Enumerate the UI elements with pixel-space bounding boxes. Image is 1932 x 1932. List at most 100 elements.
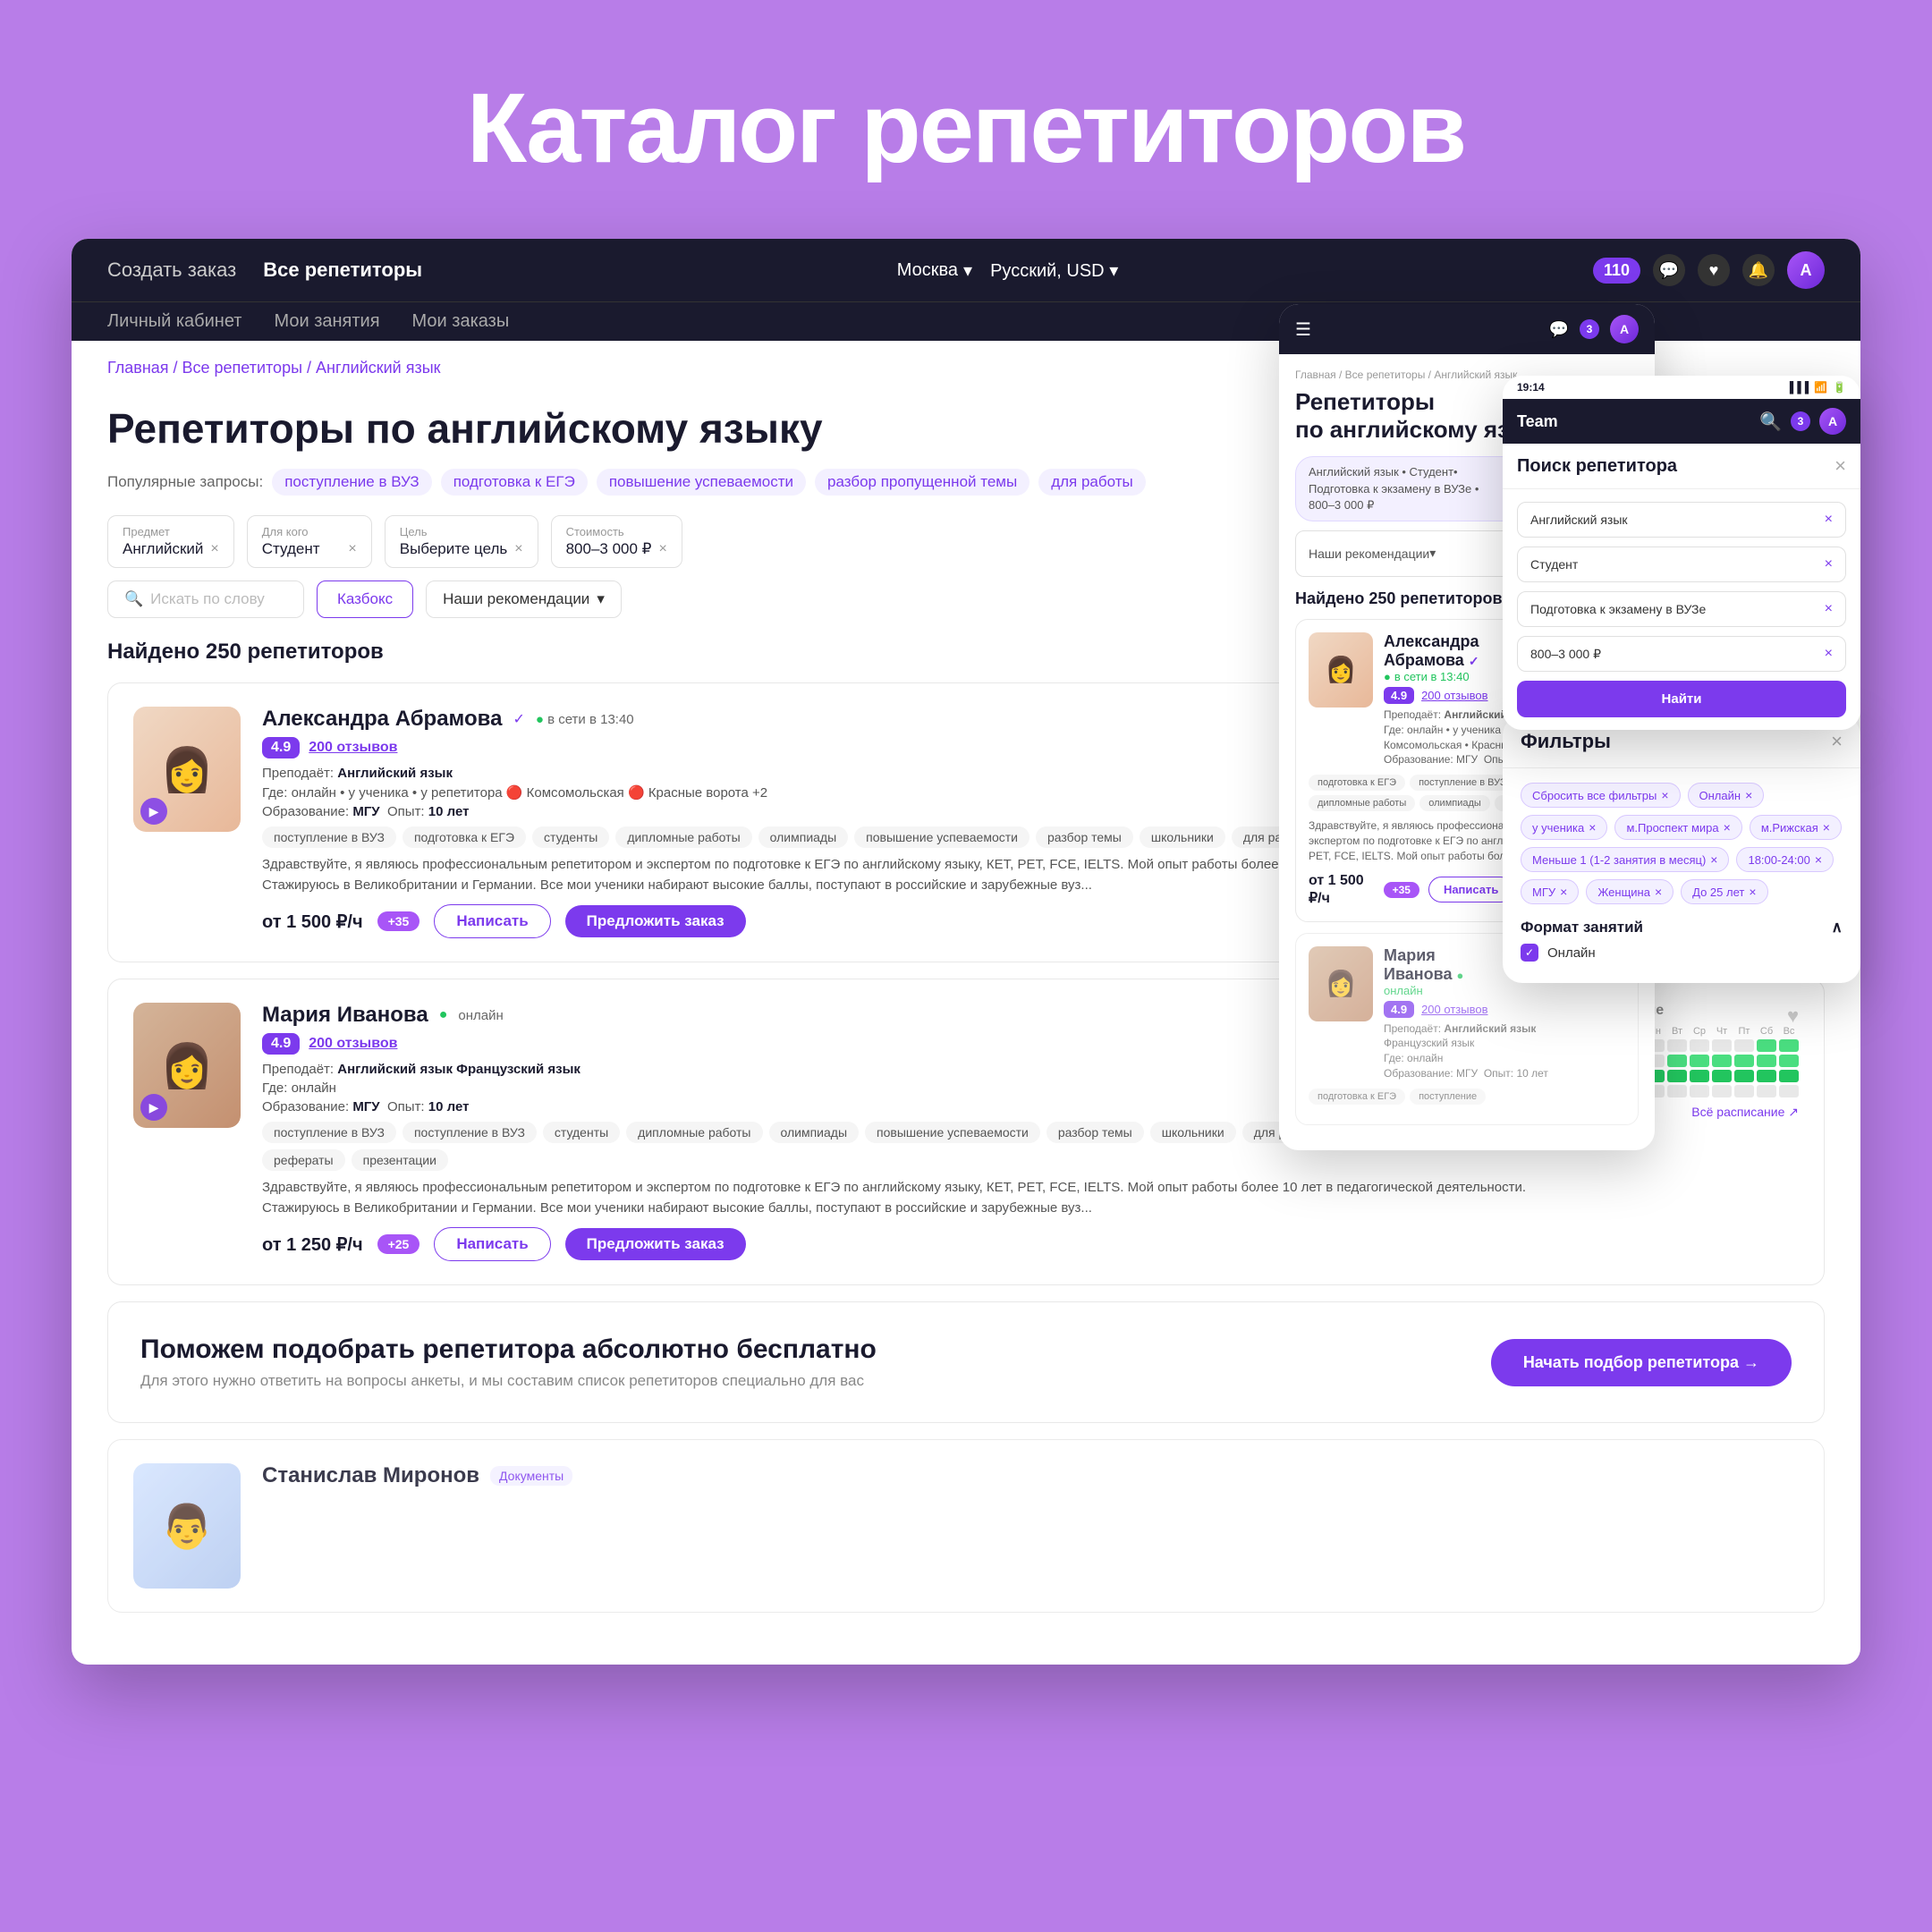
for-whom-clear[interactable]: × — [348, 541, 356, 557]
search-field-subject[interactable]: Английский язык × — [1517, 502, 1846, 538]
reviews-count-2[interactable]: 200 отзывов — [309, 1036, 397, 1052]
mobile-topbar-1: ☰ 💬 3 А — [1279, 304, 1655, 354]
tag[interactable]: студенты — [543, 1122, 620, 1143]
tag[interactable]: студенты — [532, 826, 609, 848]
search-field-goal[interactable]: Подготовка к экзамену в ВУЗе × — [1517, 591, 1846, 627]
mobile-tag[interactable]: подготовка к ЕГЭ — [1309, 775, 1405, 791]
online-status-1: ● в сети в 13:40 — [536, 712, 634, 727]
search-input-wrap[interactable]: 🔍 Искать по слову — [107, 580, 304, 618]
online-checkbox[interactable]: ✓ — [1521, 944, 1538, 962]
chip-edu[interactable]: МГУ × — [1521, 879, 1579, 904]
search-modal: Поиск репетитора × Английский язык × Сту… — [1503, 444, 1860, 730]
tag[interactable]: разбор темы — [1036, 826, 1133, 848]
mobile-tag[interactable]: поступление — [1410, 1089, 1486, 1105]
chip-time[interactable]: 18:00-24:00 × — [1736, 847, 1834, 872]
reset-filters-chip[interactable]: Сбросить все фильтры × — [1521, 783, 1681, 808]
search-field-price[interactable]: 800–3 000 ₽ × — [1517, 636, 1846, 672]
tag[interactable]: повышение успеваемости — [865, 1122, 1040, 1143]
chip-metro1[interactable]: м.Проспект мира × — [1614, 815, 1741, 840]
write-button-2[interactable]: Написать — [434, 1227, 550, 1261]
chip-metro2[interactable]: м.Рижская × — [1750, 815, 1842, 840]
tag[interactable]: школьники — [1150, 1122, 1236, 1143]
query-progress[interactable]: повышение успеваемости — [597, 469, 806, 496]
format-section-title: Формат занятий ∧ — [1521, 919, 1843, 936]
favorites-icon[interactable]: ♥ — [1698, 254, 1730, 286]
field-clear-goal[interactable]: × — [1825, 601, 1833, 617]
start-selection-button[interactable]: Начать подбор репетитора → — [1491, 1339, 1792, 1386]
tag[interactable]: дипломные работы — [626, 1122, 762, 1143]
tag[interactable]: дипломные работы — [615, 826, 751, 848]
tag[interactable]: рефераты — [262, 1149, 345, 1171]
online-checkbox-row: ✓ Онлайн — [1521, 944, 1843, 962]
offer-button-1[interactable]: Предложить заказ — [565, 905, 746, 937]
tag[interactable]: разбор темы — [1046, 1122, 1144, 1143]
mobile-tag[interactable]: подготовка к ЕГЭ — [1309, 1089, 1405, 1105]
tag[interactable]: презентации — [352, 1149, 448, 1171]
tag[interactable]: школьники — [1140, 826, 1225, 848]
nav-create-order[interactable]: Создать заказ — [107, 258, 236, 282]
nav-lang[interactable]: Русский, USD ▾ — [990, 259, 1118, 282]
mobile-chat-icon[interactable]: 💬 — [1549, 320, 1569, 339]
tag[interactable]: повышение успеваемости — [854, 826, 1030, 848]
notifications-icon[interactable]: 🔔 — [1742, 254, 1775, 286]
tag[interactable]: поступление в ВУЗ — [262, 826, 396, 848]
tag[interactable]: поступление в ВУЗ — [402, 1122, 537, 1143]
write-button-1[interactable]: Написать — [434, 904, 550, 938]
nav-cabinet[interactable]: Личный кабинет — [107, 311, 242, 332]
query-vuz[interactable]: поступление в ВУЗ — [272, 469, 432, 496]
mobile-search-icon[interactable]: 🔍 — [1759, 411, 1782, 433]
tag[interactable]: подготовка к ЕГЭ — [402, 826, 526, 848]
chip-frequency[interactable]: Меньше 1 (1-2 занятия в месяц) × — [1521, 847, 1729, 872]
nav-orders[interactable]: Мои заказы — [412, 311, 510, 332]
price-badge-1: +35 — [377, 911, 420, 931]
field-clear-who[interactable]: × — [1825, 556, 1833, 572]
mobile-write-button-1[interactable]: Написать — [1428, 877, 1513, 902]
for-whom-filter[interactable]: Для кого Студент × — [247, 515, 372, 568]
search-close-button[interactable]: × — [1835, 454, 1846, 478]
goal-clear[interactable]: × — [514, 541, 522, 557]
nav-location[interactable]: Москва ▾ — [897, 259, 972, 282]
kazbox-button[interactable]: Казбокс — [317, 580, 413, 618]
tutor-avatar-3: 👨 — [133, 1463, 241, 1589]
query-missed[interactable]: разбор пропущенной темы — [815, 469, 1030, 496]
subject-filter[interactable]: Предмет Английский × — [107, 515, 234, 568]
chevron-up-icon[interactable]: ∧ — [1832, 919, 1843, 936]
tag[interactable]: олимпиады — [769, 1122, 860, 1143]
field-clear-price[interactable]: × — [1825, 646, 1833, 662]
cost-filter[interactable]: Стоимость 800–3 000 ₽ × — [551, 515, 682, 568]
video-play-icon-2[interactable]: ▶ — [140, 1094, 167, 1121]
chip-online[interactable]: Онлайн × — [1688, 783, 1765, 808]
subject-clear[interactable]: × — [210, 541, 218, 557]
search-field-who[interactable]: Студент × — [1517, 547, 1846, 582]
mobile-tag[interactable]: поступление в ВУЗ — [1410, 775, 1514, 791]
nav-lessons[interactable]: Мои занятия — [274, 311, 379, 332]
mobile-tag[interactable]: дипломные работы — [1309, 795, 1415, 811]
reviews-count-1[interactable]: 200 отзывов — [309, 740, 397, 756]
goal-filter[interactable]: Цель Выберите цель × — [385, 515, 538, 568]
video-play-icon-1[interactable]: ▶ — [140, 798, 167, 825]
tag[interactable]: поступление в ВУЗ — [262, 1122, 396, 1143]
user-avatar[interactable]: А — [1787, 251, 1825, 289]
mobile-tutor-avatar-1: 👩 — [1309, 632, 1373, 708]
recommendations-button[interactable]: Наши рекомендации ▾ — [426, 580, 622, 618]
query-work[interactable]: для работы — [1038, 469, 1146, 496]
mobile-find-button[interactable]: Найти — [1517, 681, 1846, 717]
mobile-tag[interactable]: олимпиады — [1419, 795, 1490, 811]
chip-gender[interactable]: Женщина × — [1586, 879, 1674, 904]
mobile-avatar-2[interactable]: А — [1819, 408, 1846, 435]
cost-clear[interactable]: × — [659, 541, 667, 557]
chip-age[interactable]: До 25 лет × — [1681, 879, 1767, 904]
offer-button-2[interactable]: Предложить заказ — [565, 1228, 746, 1260]
nav-all-tutors[interactable]: Все репетиторы — [263, 258, 422, 282]
chip-student[interactable]: у ученика × — [1521, 815, 1607, 840]
favorite-icon-2[interactable]: ♥ — [1787, 1004, 1799, 1028]
field-clear-subject[interactable]: × — [1825, 512, 1833, 528]
mobile-avatar-1[interactable]: А — [1610, 315, 1639, 343]
filters-close-button[interactable]: × — [1831, 730, 1843, 753]
search-modal-title: Поиск репетитора — [1517, 456, 1677, 477]
tag[interactable]: олимпиады — [758, 826, 849, 848]
hamburger-icon[interactable]: ☰ — [1295, 318, 1311, 341]
nav-balance[interactable]: 110 — [1593, 258, 1640, 284]
chat-icon[interactable]: 💬 — [1653, 254, 1685, 286]
query-ege[interactable]: подготовка к ЕГЭ — [441, 469, 588, 496]
